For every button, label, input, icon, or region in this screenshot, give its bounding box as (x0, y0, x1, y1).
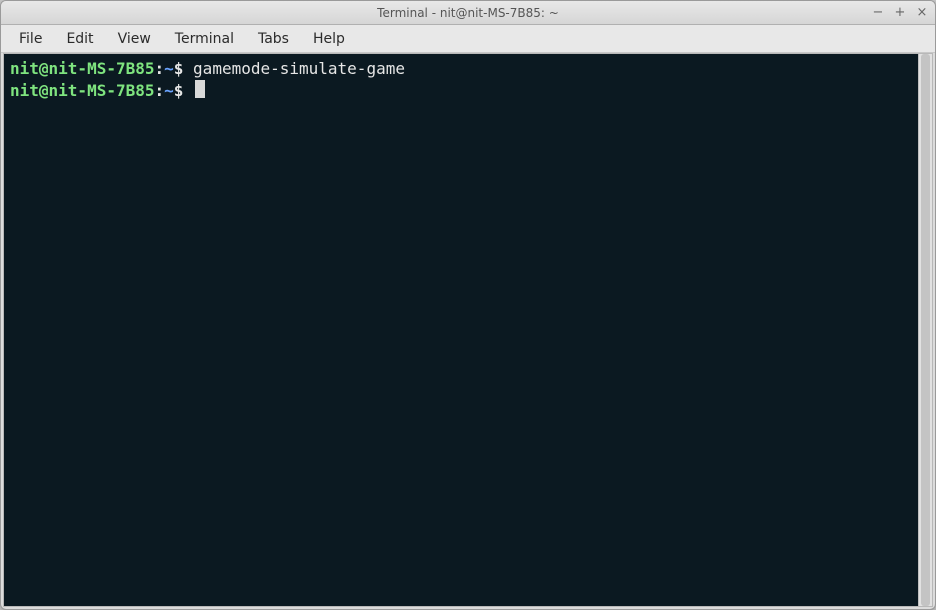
menu-edit[interactable]: Edit (56, 28, 103, 50)
titlebar[interactable]: Terminal - nit@nit-MS-7B85: ~ − + × (1, 1, 935, 25)
terminal-line: nit@nit-MS-7B85:~$ gamemode-simulate-gam… (10, 58, 912, 80)
close-button[interactable]: × (915, 6, 929, 20)
scrollbar-thumb[interactable] (921, 54, 930, 606)
menu-terminal[interactable]: Terminal (165, 28, 244, 50)
menu-help[interactable]: Help (303, 28, 355, 50)
scrollbar[interactable] (918, 54, 932, 606)
prompt-path: ~ (164, 59, 174, 78)
maximize-button[interactable]: + (893, 6, 907, 20)
menu-file[interactable]: File (9, 28, 52, 50)
prompt-path: ~ (164, 81, 174, 100)
prompt-colon: : (155, 59, 165, 78)
prompt-colon: : (155, 81, 165, 100)
terminal-area: nit@nit-MS-7B85:~$ gamemode-simulate-gam… (3, 53, 933, 607)
terminal-line: nit@nit-MS-7B85:~$ (10, 80, 912, 102)
command-text: gamemode-simulate-game (193, 59, 405, 78)
menubar: File Edit View Terminal Tabs Help (1, 25, 935, 53)
prompt-user: nit@nit-MS-7B85 (10, 59, 155, 78)
menu-tabs[interactable]: Tabs (248, 28, 299, 50)
prompt-user: nit@nit-MS-7B85 (10, 81, 155, 100)
menu-view[interactable]: View (108, 28, 161, 50)
cursor-icon (195, 80, 205, 98)
prompt-dollar: $ (174, 81, 193, 100)
prompt-dollar: $ (174, 59, 193, 78)
window-title: Terminal - nit@nit-MS-7B85: ~ (1, 6, 935, 20)
terminal-window: Terminal - nit@nit-MS-7B85: ~ − + × File… (0, 0, 936, 610)
window-controls: − + × (871, 1, 929, 24)
minimize-button[interactable]: − (871, 6, 885, 20)
terminal-output[interactable]: nit@nit-MS-7B85:~$ gamemode-simulate-gam… (4, 54, 918, 606)
